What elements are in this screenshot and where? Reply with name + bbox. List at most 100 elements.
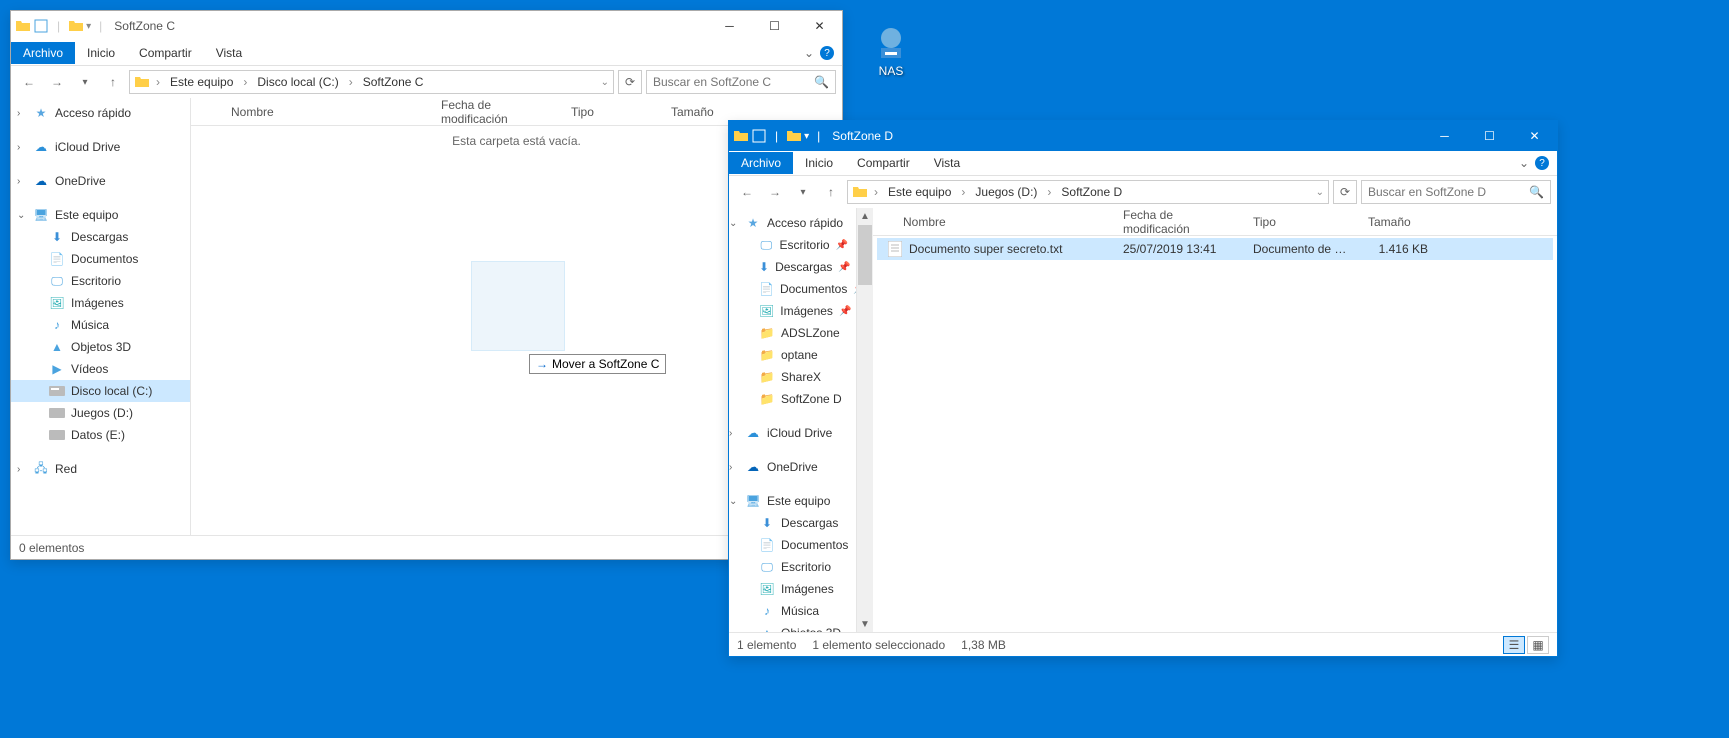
address-dropdown-icon[interactable]: ⌄ xyxy=(601,77,609,88)
tab-file[interactable]: Archivo xyxy=(11,42,75,64)
search-box[interactable]: 🔍 xyxy=(646,70,836,94)
qat-properties-icon[interactable] xyxy=(33,18,49,34)
tab-file[interactable]: Archivo xyxy=(729,152,793,174)
nav-sharex[interactable]: 📁ShareX xyxy=(729,366,856,388)
nav-onedrive[interactable]: ›☁OneDrive xyxy=(729,456,856,478)
tab-view[interactable]: Vista xyxy=(922,152,972,174)
breadcrumb-drive[interactable]: Disco local (C:) xyxy=(253,75,342,89)
nav-onedrive[interactable]: ›☁OneDrive xyxy=(11,170,190,192)
minimize-button[interactable]: ─ xyxy=(707,11,752,41)
file-row[interactable]: Documento super secreto.txt 25/07/2019 1… xyxy=(877,238,1553,260)
address-box[interactable]: › Este equipo › Disco local (C:) › SoftZ… xyxy=(129,70,614,94)
scroll-down-button[interactable]: ▼ xyxy=(857,616,873,632)
qat-properties-icon[interactable] xyxy=(751,128,767,144)
address-box[interactable]: › Este equipo › Juegos (D:) › SoftZone D… xyxy=(847,180,1329,204)
tab-view[interactable]: Vista xyxy=(204,42,254,64)
close-button[interactable]: ✕ xyxy=(1512,121,1557,151)
nav-icloud[interactable]: ›☁iCloud Drive xyxy=(729,422,856,444)
breadcrumb-folder[interactable]: SoftZone D xyxy=(1057,185,1126,199)
tab-home[interactable]: Inicio xyxy=(75,42,127,64)
nav-documents2[interactable]: 📄Documentos xyxy=(729,534,856,556)
nav-drive-c[interactable]: Disco local (C:) xyxy=(11,380,190,402)
music-icon: ♪ xyxy=(49,317,65,333)
scroll-thumb[interactable] xyxy=(858,225,872,285)
nav-downloads[interactable]: ⬇Descargas xyxy=(11,226,190,248)
tab-share[interactable]: Compartir xyxy=(845,152,922,174)
nav-desktop[interactable]: 🖵Escritorio xyxy=(11,270,190,292)
up-button[interactable]: ↑ xyxy=(819,180,843,204)
tab-home[interactable]: Inicio xyxy=(793,152,845,174)
nav-music[interactable]: ♪Música xyxy=(11,314,190,336)
ribbon-expand-icon[interactable]: ⌄ xyxy=(1519,156,1529,170)
nav-desktop[interactable]: 🖵Escritorio📌 xyxy=(729,234,856,256)
nav-videos[interactable]: ▶Vídeos xyxy=(11,358,190,380)
ribbon-expand-icon[interactable]: ⌄ xyxy=(804,46,814,60)
column-modified[interactable]: Fecha de modificación xyxy=(1113,208,1243,236)
view-details-button[interactable]: ☰ xyxy=(1503,636,1525,654)
titlebar[interactable]: | ▾ | SoftZone D ─ ☐ ✕ xyxy=(729,121,1557,151)
file-list[interactable]: Documento super secreto.txt 25/07/2019 1… xyxy=(873,236,1557,632)
help-icon[interactable]: ? xyxy=(820,46,834,60)
nav-thispc[interactable]: ⌄🖥Este equipo xyxy=(729,490,856,512)
nav-softzone-d[interactable]: 📁SoftZone D xyxy=(729,388,856,410)
breadcrumb-drive[interactable]: Juegos (D:) xyxy=(971,185,1041,199)
titlebar[interactable]: | ▾ | SoftZone C ─ ☐ ✕ xyxy=(11,11,842,41)
nav-objects3d[interactable]: ▲Objetos 3D xyxy=(729,622,856,632)
maximize-button[interactable]: ☐ xyxy=(1467,121,1512,151)
nav-downloads2[interactable]: ⬇Descargas xyxy=(729,512,856,534)
forward-button[interactable]: → xyxy=(763,180,787,204)
column-type[interactable]: Tipo xyxy=(561,105,661,119)
breadcrumb-thispc[interactable]: Este equipo xyxy=(166,75,237,89)
nav-images2[interactable]: 🖼Imágenes xyxy=(729,578,856,600)
address-dropdown-icon[interactable]: ⌄ xyxy=(1316,187,1324,198)
refresh-button[interactable]: ⟳ xyxy=(618,70,642,94)
column-name[interactable]: Nombre xyxy=(191,105,431,119)
forward-button[interactable]: → xyxy=(45,70,69,94)
navpane-scrollbar[interactable]: ▲ ▼ xyxy=(857,208,873,632)
help-icon[interactable]: ? xyxy=(1535,156,1549,170)
nav-quick-access[interactable]: ⌄★Acceso rápido xyxy=(729,212,856,234)
breadcrumb-thispc[interactable]: Este equipo xyxy=(884,185,955,199)
maximize-button[interactable]: ☐ xyxy=(752,11,797,41)
documents-icon: 📄 xyxy=(49,251,65,267)
nav-downloads[interactable]: ⬇Descargas📌 xyxy=(729,256,856,278)
nav-images[interactable]: 🖼Imágenes xyxy=(11,292,190,314)
nav-drive-d[interactable]: Juegos (D:) xyxy=(11,402,190,424)
tab-share[interactable]: Compartir xyxy=(127,42,204,64)
history-dropdown[interactable]: ▾ xyxy=(73,70,97,94)
qat-dropdown-icon[interactable]: ▾ xyxy=(86,21,91,32)
nav-drive-e[interactable]: Datos (E:) xyxy=(11,424,190,446)
nav-optane[interactable]: 📁optane xyxy=(729,344,856,366)
nav-music[interactable]: ♪Música xyxy=(729,600,856,622)
minimize-button[interactable]: ─ xyxy=(1422,121,1467,151)
nav-network[interactable]: ›🖧Red xyxy=(11,458,190,480)
up-button[interactable]: ↑ xyxy=(101,70,125,94)
search-input[interactable] xyxy=(1368,185,1529,199)
history-dropdown[interactable]: ▾ xyxy=(791,180,815,204)
nav-documents[interactable]: 📄Documentos xyxy=(11,248,190,270)
nav-quick-access[interactable]: ›★Acceso rápido xyxy=(11,102,190,124)
nav-thispc[interactable]: ⌄🖥Este equipo xyxy=(11,204,190,226)
close-button[interactable]: ✕ xyxy=(797,11,842,41)
qat-dropdown-icon[interactable]: ▾ xyxy=(804,131,809,142)
desktop-icon-nas[interactable]: NAS xyxy=(855,24,927,78)
nav-documents[interactable]: 📄Documentos📌 xyxy=(729,278,856,300)
column-modified[interactable]: Fecha de modificación xyxy=(431,98,561,126)
nav-images[interactable]: 🖼Imágenes📌 xyxy=(729,300,856,322)
view-icons-button[interactable]: ▦ xyxy=(1527,636,1549,654)
back-button[interactable]: ← xyxy=(17,70,41,94)
nav-desktop2[interactable]: 🖵Escritorio xyxy=(729,556,856,578)
scroll-up-button[interactable]: ▲ xyxy=(857,208,873,224)
column-type[interactable]: Tipo xyxy=(1243,215,1358,229)
column-size[interactable]: Tamaño xyxy=(1358,215,1438,229)
nav-objects3d[interactable]: ▲Objetos 3D xyxy=(11,336,190,358)
breadcrumb-folder[interactable]: SoftZone C xyxy=(359,75,428,89)
search-input[interactable] xyxy=(653,75,814,89)
back-button[interactable]: ← xyxy=(735,180,759,204)
search-box[interactable]: 🔍 xyxy=(1361,180,1551,204)
nav-icloud[interactable]: ›☁iCloud Drive xyxy=(11,136,190,158)
nav-adslzone[interactable]: 📁ADSLZone xyxy=(729,322,856,344)
column-name[interactable]: Nombre xyxy=(873,215,1113,229)
refresh-button[interactable]: ⟳ xyxy=(1333,180,1357,204)
column-size[interactable]: Tamaño xyxy=(661,105,741,119)
